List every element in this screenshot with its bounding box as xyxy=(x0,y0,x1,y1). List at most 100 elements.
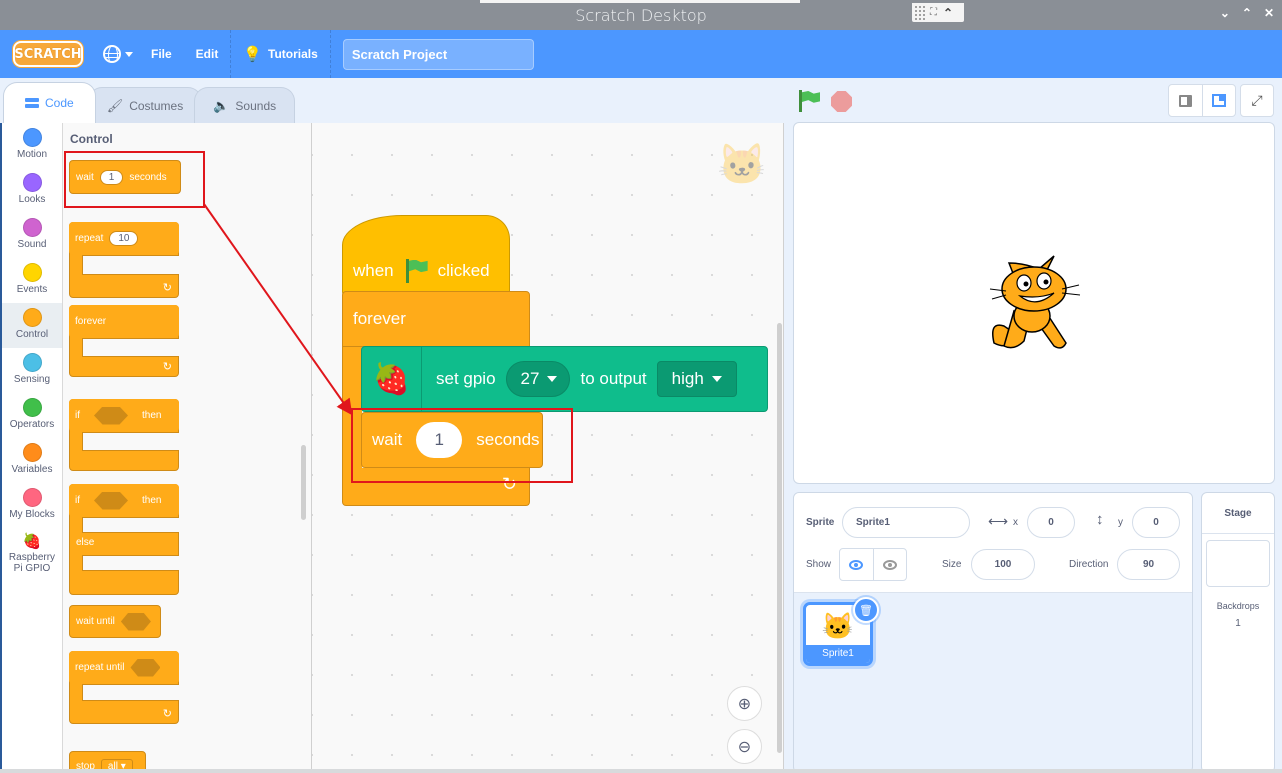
gpio-pin-dropdown[interactable]: 27 xyxy=(505,361,571,397)
tab-costumes[interactable]: 🖌 Costumes xyxy=(87,87,203,123)
cat-icon: 🐱 xyxy=(821,611,855,641)
fullscreen-button[interactable]: ⤢ xyxy=(1240,84,1274,117)
c-slot xyxy=(82,555,179,571)
category-label: Looks xyxy=(18,194,46,205)
language-menu[interactable] xyxy=(97,30,139,78)
menu-divider xyxy=(329,30,331,78)
eye-slash-icon xyxy=(882,559,897,570)
zoom-out-button[interactable]: ⊖ xyxy=(727,729,762,764)
condition-slot[interactable] xyxy=(130,658,161,677)
visibility-toggle xyxy=(839,548,907,581)
if-else-header: if then xyxy=(69,484,179,517)
sprite-name-input[interactable]: Sprite1 xyxy=(842,507,970,538)
repeat-until-header: repeat until xyxy=(69,651,179,684)
c-slot xyxy=(82,255,179,275)
annotation-box-script xyxy=(351,408,573,483)
palette-block-if-then[interactable]: if then xyxy=(69,399,179,471)
file-menu[interactable]: File xyxy=(139,30,184,78)
green-flag-button[interactable] xyxy=(798,90,820,112)
category-variables[interactable]: Variables xyxy=(2,438,62,483)
chevron-up-icon[interactable]: ⌃ xyxy=(943,6,953,20)
palette-block-repeat[interactable]: repeat 10 ↻ xyxy=(69,222,179,298)
looks-dot-icon xyxy=(22,173,42,192)
repeat-value-input[interactable]: 10 xyxy=(109,231,139,246)
stop-button[interactable] xyxy=(831,91,852,112)
condition-slot[interactable] xyxy=(94,406,128,425)
category-events[interactable]: Events xyxy=(2,258,62,303)
scratch-logo[interactable]: SCRATCH xyxy=(13,41,83,67)
category-operators[interactable]: Operators xyxy=(2,393,62,438)
category-control[interactable]: Control xyxy=(2,303,62,348)
category-label: Raspberry Pi GPIO xyxy=(8,552,56,574)
category-sensing[interactable]: Sensing xyxy=(2,348,62,393)
raspberry-pi-icon: 🍓 xyxy=(22,533,42,550)
category-label: Operators xyxy=(9,419,55,430)
sprite-cat[interactable] xyxy=(984,251,1084,361)
palette-block-forever[interactable]: forever ↻ xyxy=(69,305,179,377)
gpio-state-dropdown[interactable]: high xyxy=(656,361,737,397)
block-palette: Control wait 1 seconds repeat 10 ↻ forev… xyxy=(63,123,312,773)
category-label: Variables xyxy=(11,464,53,475)
when-flag-clicked-block[interactable]: when clicked xyxy=(342,215,510,296)
category-raspberry-pi-gpio[interactable]: 🍓 Raspberry Pi GPIO xyxy=(2,528,62,584)
zoom-in-button[interactable]: ⊕ xyxy=(727,686,762,721)
x-arrows-icon: ⟷ xyxy=(988,513,1009,529)
stage-size-toggle xyxy=(1168,84,1236,117)
c-slot xyxy=(82,432,179,451)
category-label: Sound xyxy=(17,239,47,250)
small-stage-button[interactable] xyxy=(1169,85,1203,116)
maximize-button[interactable]: ⌃ xyxy=(1242,6,1252,20)
show-sprite-button[interactable] xyxy=(840,549,874,580)
category-my-blocks[interactable]: My Blocks xyxy=(2,483,62,528)
project-title-input[interactable]: Scratch Project xyxy=(342,38,534,70)
c-slot xyxy=(82,338,179,357)
category-sound[interactable]: Sound xyxy=(2,213,62,258)
floating-controls[interactable]: ⛶ ⌃ xyxy=(912,3,964,22)
large-stage-button[interactable] xyxy=(1203,85,1236,116)
loop-arrow-icon: ↻ xyxy=(162,282,172,294)
tab-sounds[interactable]: 🔈 Sounds xyxy=(194,87,296,123)
block-text: if xyxy=(75,495,80,506)
stage-selector[interactable]: Stage Backdrops 1 xyxy=(1201,492,1275,773)
backdrops-label: Backdrops xyxy=(1216,601,1260,611)
palette-block-if-else[interactable]: if then else xyxy=(69,484,179,595)
tab-code[interactable]: Code xyxy=(3,82,96,123)
stage-heading: Stage xyxy=(1202,493,1274,534)
globe-icon xyxy=(103,45,121,63)
c-slot xyxy=(82,684,179,701)
block-text: forever xyxy=(75,316,107,327)
hide-sprite-button[interactable] xyxy=(874,549,907,580)
workspace-scrollbar[interactable] xyxy=(777,323,782,753)
palette-scrollbar[interactable] xyxy=(301,445,306,520)
category-motion[interactable]: Motion xyxy=(2,123,62,168)
sprite-watermark-icon: 🐱 xyxy=(717,143,767,187)
loop-arrow-icon: ↻ xyxy=(162,708,172,720)
forever-block[interactable]: forever xyxy=(342,291,530,347)
set-gpio-block[interactable]: 🍓 set gpio 27 to output high xyxy=(361,346,768,412)
fullscreen-toggle-icon[interactable]: ⛶ xyxy=(930,7,937,18)
condition-slot[interactable] xyxy=(94,491,128,510)
stage-thumbnail[interactable] xyxy=(1206,540,1270,587)
block-text: forever xyxy=(353,309,406,328)
close-button[interactable]: ✕ xyxy=(1264,6,1274,20)
palette-block-repeat-until[interactable]: repeat until ↻ xyxy=(69,651,179,724)
category-label: Motion xyxy=(16,149,47,160)
dropdown-arrow-icon xyxy=(547,376,558,382)
minimize-button[interactable]: ⌄ xyxy=(1220,6,1230,20)
y-input[interactable]: 0 xyxy=(1132,507,1180,538)
delete-sprite-button[interactable]: 🗑 xyxy=(853,597,879,623)
direction-input[interactable]: 90 xyxy=(1117,549,1180,580)
stage-canvas[interactable] xyxy=(793,122,1275,484)
condition-slot[interactable] xyxy=(120,612,151,631)
tutorials-button[interactable]: 💡 Tutorials xyxy=(231,30,329,78)
size-input[interactable]: 100 xyxy=(971,549,1035,580)
sound-dot-icon xyxy=(22,218,42,237)
edit-menu[interactable]: Edit xyxy=(184,30,231,78)
gpio-state-value: high xyxy=(671,369,704,388)
palette-block-wait-until[interactable]: wait until xyxy=(69,605,161,638)
category-looks[interactable]: Looks xyxy=(2,168,62,213)
x-input[interactable]: 0 xyxy=(1027,507,1075,538)
grip-icon[interactable] xyxy=(914,4,926,21)
backdrops-count: 1 xyxy=(1235,618,1241,629)
green-flag-icon xyxy=(404,258,428,283)
